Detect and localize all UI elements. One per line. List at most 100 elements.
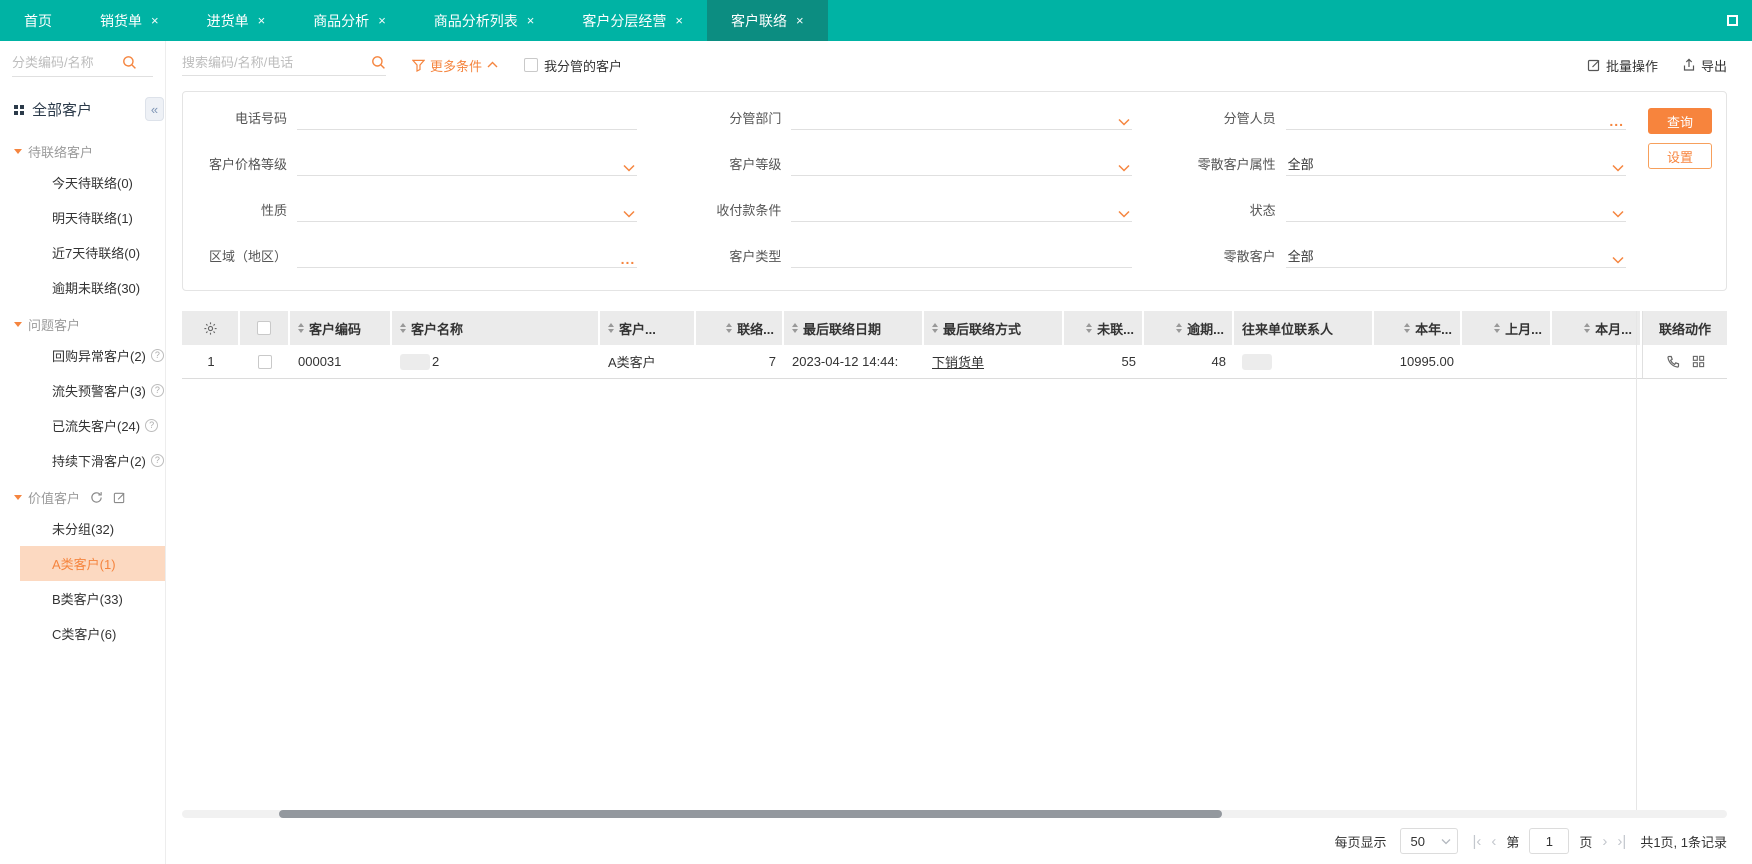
question-icon[interactable]: ? bbox=[150, 384, 164, 397]
sort-icon[interactable] bbox=[1086, 323, 1093, 333]
table-row[interactable]: 1 000031 2 A类客户 7 2023-04-12 14:44: 下销货单 55 48 10… bbox=[182, 345, 1727, 379]
sort-icon[interactable] bbox=[1584, 323, 1591, 333]
prev-page-button[interactable]: ‹ bbox=[1491, 833, 1496, 850]
close-icon[interactable]: × bbox=[675, 14, 683, 27]
column-header-this_year[interactable]: 本年... bbox=[1374, 311, 1462, 345]
close-icon[interactable]: × bbox=[258, 14, 266, 27]
sidebar-item[interactable]: 近7天待联络(0) bbox=[20, 235, 165, 270]
close-icon[interactable]: × bbox=[378, 14, 386, 27]
filter-field-control[interactable] bbox=[297, 108, 638, 130]
filter-field-control[interactable]: 全部 bbox=[1285, 246, 1626, 268]
contact-way-link[interactable]: 下销货单 bbox=[932, 352, 984, 371]
sort-icon[interactable] bbox=[608, 323, 614, 333]
column-header-grade[interactable]: 客户... bbox=[600, 311, 696, 345]
question-icon[interactable]: ? bbox=[150, 349, 164, 362]
tab-home[interactable]: 首页 bbox=[0, 0, 76, 41]
gear-icon[interactable] bbox=[203, 321, 218, 336]
sidebar-group-header[interactable]: 待联络客户 bbox=[0, 132, 165, 165]
tab-item[interactable]: 商品分析列表 × bbox=[410, 0, 559, 41]
close-icon[interactable]: × bbox=[527, 14, 535, 27]
column-header-actions[interactable]: 联络动作 bbox=[1642, 311, 1727, 345]
tab-item[interactable]: 商品分析 × bbox=[289, 0, 410, 41]
column-header-settings[interactable] bbox=[182, 311, 240, 345]
column-header-last_way[interactable]: 最后联络方式 bbox=[924, 311, 1064, 345]
query-button[interactable]: 查询 bbox=[1648, 108, 1712, 134]
column-header-code[interactable]: 客户编码 bbox=[290, 311, 392, 345]
column-header-this_month[interactable]: 本月... bbox=[1552, 311, 1642, 345]
more-filters-toggle[interactable]: 更多条件 bbox=[412, 56, 498, 75]
customer-search-input[interactable] bbox=[182, 54, 371, 70]
filter-field-control[interactable] bbox=[297, 200, 638, 222]
column-header-last_month[interactable]: 上月... bbox=[1462, 311, 1552, 345]
window-icon[interactable] bbox=[1727, 15, 1738, 26]
sort-icon[interactable] bbox=[400, 323, 406, 333]
sidebar-item[interactable]: B类客户(33) bbox=[20, 581, 165, 616]
sidebar-collapse-button[interactable]: « bbox=[145, 97, 164, 121]
chevron-down-icon[interactable] bbox=[1612, 256, 1624, 264]
row-checkbox[interactable] bbox=[258, 354, 272, 369]
filter-field-control[interactable] bbox=[1285, 200, 1626, 222]
sort-icon[interactable] bbox=[726, 323, 733, 333]
per-page-select[interactable]: 50 bbox=[1400, 828, 1459, 854]
sort-icon[interactable] bbox=[1404, 323, 1411, 333]
filter-field-control[interactable] bbox=[791, 154, 1132, 176]
select-all-checkbox[interactable] bbox=[257, 321, 271, 335]
ellipsis-icon[interactable]: ... bbox=[1609, 113, 1624, 129]
sidebar-item[interactable]: 今天待联络(0) bbox=[20, 165, 165, 200]
sort-icon[interactable] bbox=[1494, 323, 1501, 333]
chevron-down-icon[interactable] bbox=[1118, 118, 1130, 126]
my-customers-checkbox[interactable] bbox=[524, 58, 539, 72]
search-icon[interactable] bbox=[371, 55, 386, 70]
chevron-down-icon[interactable] bbox=[623, 210, 635, 218]
tab-item[interactable]: 客户分层经营 × bbox=[558, 0, 707, 41]
tab-item[interactable]: 进货单 × bbox=[183, 0, 290, 41]
chevron-down-icon[interactable] bbox=[1118, 164, 1130, 172]
sidebar-item[interactable]: 流失预警客户(3)? bbox=[20, 373, 165, 408]
category-search-input[interactable] bbox=[12, 55, 122, 70]
first-page-button[interactable]: |‹ bbox=[1472, 833, 1481, 850]
refresh-icon[interactable] bbox=[90, 491, 103, 504]
sidebar-item[interactable]: 明天待联络(1) bbox=[20, 200, 165, 235]
column-header-no_contact[interactable]: 未联... bbox=[1064, 311, 1144, 345]
sort-icon[interactable] bbox=[932, 323, 938, 333]
filter-field-control[interactable]: ... bbox=[1285, 108, 1626, 130]
page-number-input[interactable] bbox=[1529, 828, 1570, 854]
settings-button[interactable]: 设置 bbox=[1648, 143, 1712, 169]
filter-field-control[interactable] bbox=[791, 200, 1132, 222]
tab-item[interactable]: 客户联络 × bbox=[706, 0, 828, 41]
sort-icon[interactable] bbox=[298, 323, 304, 333]
filter-field-control[interactable] bbox=[791, 108, 1132, 130]
sidebar-item[interactable]: A类客户(1) bbox=[20, 546, 165, 581]
filter-field-control[interactable] bbox=[297, 154, 638, 176]
close-icon[interactable]: × bbox=[796, 14, 804, 27]
edit-icon[interactable] bbox=[113, 491, 126, 504]
sidebar-item[interactable]: 逾期未联络(30) bbox=[20, 270, 165, 305]
column-header-contact_count[interactable]: 联络... bbox=[696, 311, 784, 345]
last-page-button[interactable]: ›| bbox=[1617, 833, 1626, 850]
chevron-down-icon[interactable] bbox=[1612, 210, 1624, 218]
filter-field-control[interactable]: 全部 bbox=[1285, 154, 1626, 176]
question-icon[interactable]: ? bbox=[145, 419, 159, 432]
chevron-down-icon[interactable] bbox=[623, 164, 635, 172]
column-header-last_date[interactable]: 最后联络日期 bbox=[784, 311, 924, 345]
tab-item[interactable]: 销货单 × bbox=[76, 0, 183, 41]
batch-operations-button[interactable]: 批量操作 bbox=[1587, 56, 1658, 75]
sidebar-group-header[interactable]: 价值客户 bbox=[0, 478, 165, 511]
scrollbar-thumb[interactable] bbox=[279, 810, 1222, 818]
column-header-overdue[interactable]: 逾期... bbox=[1144, 311, 1234, 345]
column-header-contact_person[interactable]: 往来单位联系人 bbox=[1234, 311, 1374, 345]
next-page-button[interactable]: › bbox=[1602, 833, 1607, 850]
export-button[interactable]: 导出 bbox=[1682, 56, 1727, 75]
column-header-select[interactable] bbox=[240, 311, 290, 345]
ellipsis-icon[interactable]: ... bbox=[621, 251, 636, 267]
close-icon[interactable]: × bbox=[151, 14, 159, 27]
sort-icon[interactable] bbox=[792, 323, 798, 333]
phone-icon[interactable] bbox=[1666, 355, 1680, 369]
grid-actions-icon[interactable] bbox=[1692, 355, 1705, 369]
sidebar-item-all-customers[interactable]: 全部客户 bbox=[0, 87, 165, 132]
sidebar-item[interactable]: C类客户(6) bbox=[20, 616, 165, 651]
search-icon[interactable] bbox=[122, 55, 137, 70]
column-header-name[interactable]: 客户名称 bbox=[392, 311, 600, 345]
sidebar-item[interactable]: 回购异常客户(2)? bbox=[20, 338, 165, 373]
filter-field-control[interactable]: ... bbox=[297, 246, 638, 268]
